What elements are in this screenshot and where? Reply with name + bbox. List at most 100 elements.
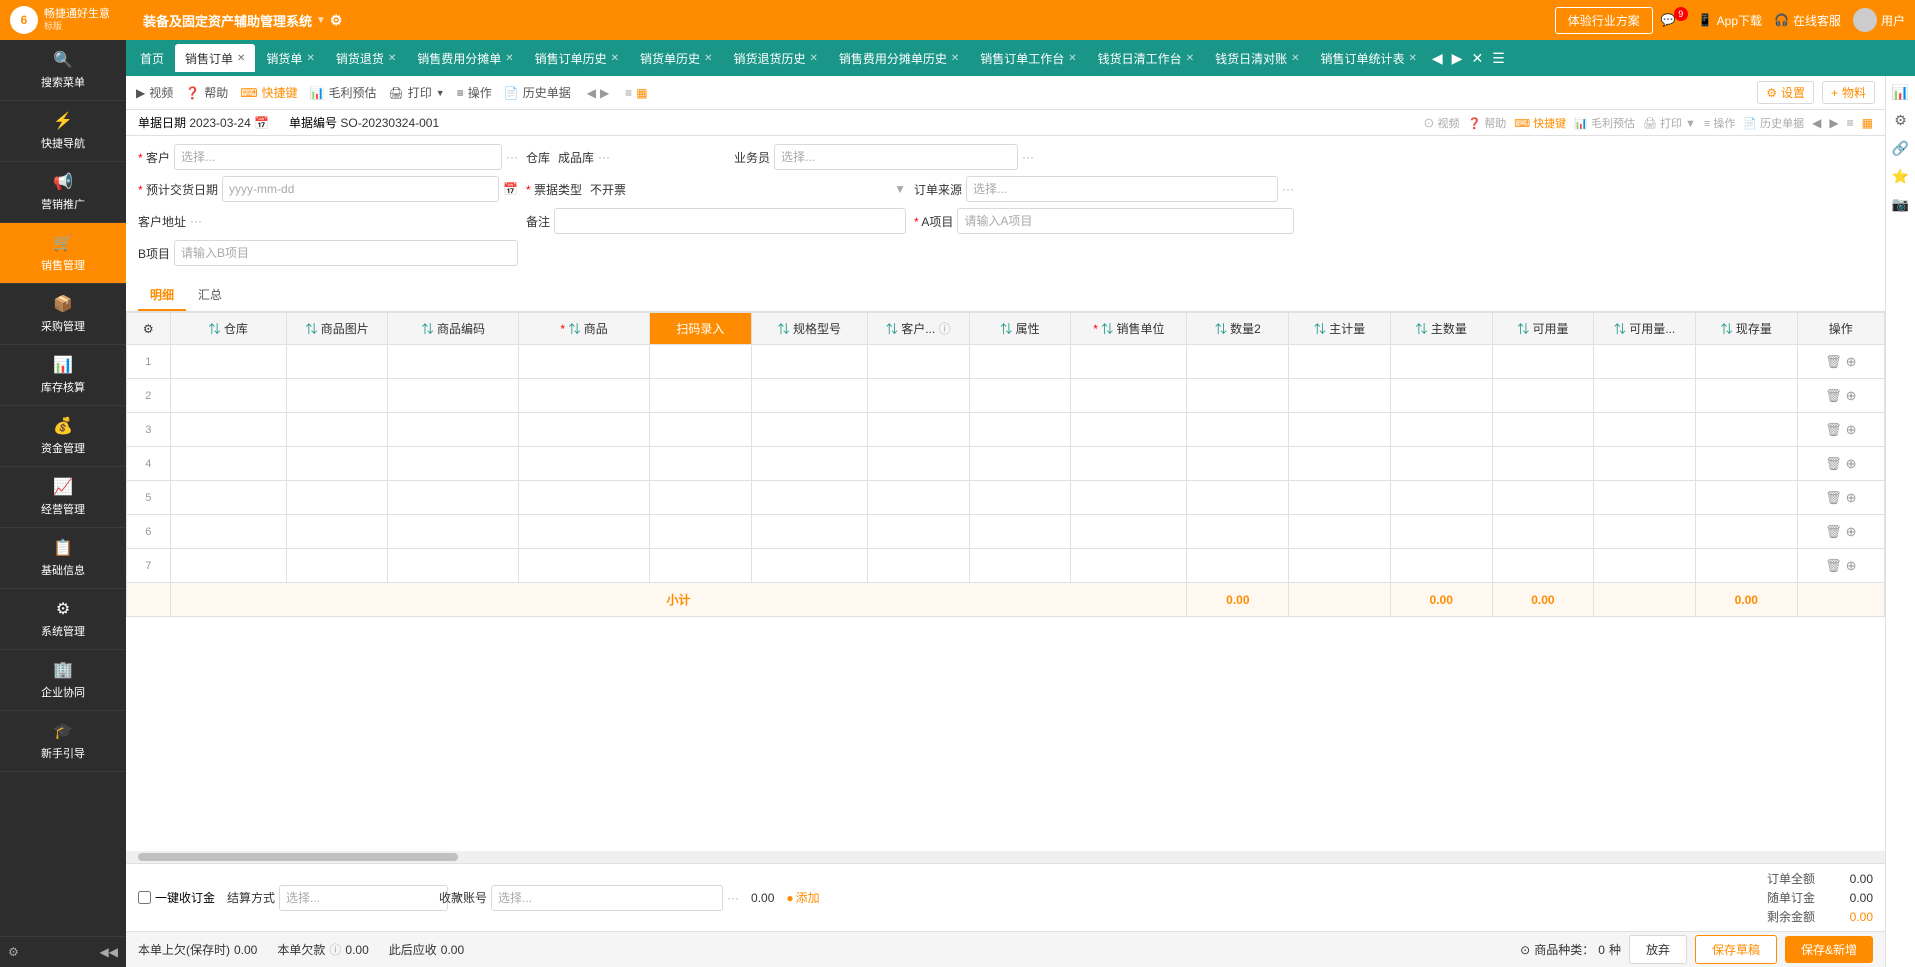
sidebar-item-search[interactable]: 🔍 搜索菜单 [0, 40, 126, 101]
row-6-customer-code[interactable] [867, 515, 969, 549]
row-3-product-img[interactable] [286, 413, 388, 447]
row-1-available[interactable] [1492, 345, 1594, 379]
row-2-scan[interactable] [649, 379, 751, 413]
row-3-spec[interactable] [751, 413, 867, 447]
tab-order-history[interactable]: 销售订单历史 ✕ [525, 44, 629, 72]
order-source-input[interactable] [966, 176, 1278, 202]
app-download-tool[interactable]: 📱 App下载 [1698, 12, 1762, 29]
row-7-available2[interactable] [1594, 549, 1696, 583]
row-4-spec[interactable] [751, 447, 867, 481]
grid-view-icon[interactable]: ▦ [636, 86, 647, 100]
profit-btn[interactable]: 📊 毛利预估 [1574, 115, 1635, 131]
row-4-scan[interactable] [649, 447, 751, 481]
tab-summary[interactable]: 汇总 [186, 280, 234, 311]
row-6-spec[interactable] [751, 515, 867, 549]
row-3-main-qty[interactable] [1390, 413, 1492, 447]
row-5-sales-unit[interactable] [1071, 481, 1187, 515]
row-5-available2[interactable] [1594, 481, 1696, 515]
tab-close-order-workbench[interactable]: ✕ [1068, 53, 1076, 64]
row-6-delete-icon[interactable]: 🗑 [1825, 524, 1842, 540]
row-5-delete-icon[interactable]: 🗑 [1825, 490, 1842, 506]
solution-button[interactable]: 体验行业方案 [1555, 7, 1653, 34]
row-1-spec[interactable] [751, 345, 867, 379]
a-project-input[interactable] [957, 208, 1294, 234]
tab-expense-history[interactable]: 销售费用分摊单历史 ✕ [829, 44, 969, 72]
tab-close-daily-workbench[interactable]: ✕ [1186, 53, 1194, 64]
sidebar-item-purchase[interactable]: 📦 采购管理 [0, 284, 126, 345]
system-dropdown-icon[interactable]: ▼ [316, 15, 326, 26]
row-1-available2[interactable] [1594, 345, 1696, 379]
sidebar-settings-icon[interactable]: ⚙ [8, 945, 19, 959]
table-scroll-area[interactable]: ⚙ ⇅ 仓库 ⇅ 商品图片 ⇅ 商品编码 ⇅ 商品 扫码录入 ⇅ 规格型号 ⇅ … [126, 312, 1885, 851]
add-payment-btn[interactable]: ● 添加 [786, 889, 819, 906]
row-5-product-code[interactable] [388, 481, 519, 515]
row-1-customer-code[interactable] [867, 345, 969, 379]
help-btn[interactable]: ❓ 帮助 [1467, 115, 1506, 131]
row-3-available[interactable] [1492, 413, 1594, 447]
row-1-stock[interactable] [1695, 345, 1797, 379]
tab-close-goods-history[interactable]: ✕ [704, 53, 712, 64]
row-4-product-code[interactable] [388, 447, 519, 481]
row-2-delete-icon[interactable]: 🗑 [1825, 388, 1842, 404]
row-1-scan[interactable] [649, 345, 751, 379]
row-2-product-img[interactable] [286, 379, 388, 413]
tab-close-sales-order[interactable]: ✕ [237, 53, 245, 64]
right-panel-icon-1[interactable]: 📊 [1889, 80, 1913, 104]
tab-close-sales-goods[interactable]: ✕ [306, 53, 314, 64]
row-1-qty2[interactable] [1187, 345, 1289, 379]
next-icon[interactable]: ▶ [1829, 116, 1838, 130]
col-available2[interactable]: ⇅ 可用量... [1594, 313, 1696, 345]
toolbar-history[interactable]: 📄 历史单据 [504, 84, 571, 101]
col-qty2[interactable]: ⇅ 数量2 [1187, 313, 1289, 345]
calendar-icon[interactable]: 📅 [254, 116, 269, 130]
tab-sales-goods[interactable]: 销货单 ✕ [256, 44, 324, 72]
row-5-available[interactable] [1492, 481, 1594, 515]
tab-close-stats[interactable]: ✕ [1409, 53, 1417, 64]
delivery-date-input[interactable] [222, 176, 499, 202]
right-panel-icon-5[interactable]: 📷 [1889, 192, 1913, 216]
sidebar-item-guide[interactable]: 🎓 新手引导 [0, 711, 126, 772]
row-2-main-qty[interactable] [1390, 379, 1492, 413]
row-1-main-unit[interactable] [1289, 345, 1391, 379]
tab-next-btn[interactable]: ▶ [1448, 50, 1467, 67]
row-7-delete-icon[interactable]: 🗑 [1825, 558, 1842, 574]
tab-stats[interactable]: 销售订单统计表 ✕ [1310, 44, 1426, 72]
sidebar-item-system[interactable]: ⚙ 系统管理 [0, 589, 126, 650]
row-5-attr[interactable] [969, 481, 1071, 515]
row-7-customer-code[interactable] [867, 549, 969, 583]
row-5-spec[interactable] [751, 481, 867, 515]
account-input[interactable] [491, 885, 723, 911]
view-btn[interactable]: ⊙ 视频 [1423, 115, 1459, 131]
scroll-thumb[interactable] [138, 853, 458, 861]
row-4-delete-icon[interactable]: 🗑 [1825, 456, 1842, 472]
col-main-qty[interactable]: ⇅ 主数量 [1390, 313, 1492, 345]
row-2-stock[interactable] [1695, 379, 1797, 413]
row-6-available2[interactable] [1594, 515, 1696, 549]
col-available[interactable]: ⇅ 可用量 [1492, 313, 1594, 345]
col-scan[interactable]: 扫码录入 [649, 313, 751, 345]
row-1-sales-unit[interactable] [1071, 345, 1187, 379]
row-6-warehouse[interactable] [170, 515, 286, 549]
row-2-product-code[interactable] [388, 379, 519, 413]
row-6-product[interactable] [519, 515, 650, 549]
order-source-more-icon[interactable]: ··· [1282, 182, 1294, 196]
row-2-warehouse[interactable] [170, 379, 286, 413]
row-3-product[interactable] [519, 413, 650, 447]
tab-close-order-history[interactable]: ✕ [611, 53, 619, 64]
prev-record-icon[interactable]: ◀ [587, 86, 596, 100]
customer-more-icon[interactable]: ··· [506, 150, 518, 164]
col-warehouse[interactable]: ⇅ 仓库 [170, 313, 286, 345]
row-6-stock[interactable] [1695, 515, 1797, 549]
col-product[interactable]: ⇅ 商品 [519, 313, 650, 345]
row-1-product-img[interactable] [286, 345, 388, 379]
row-7-product-img[interactable] [286, 549, 388, 583]
row-5-qty2[interactable] [1187, 481, 1289, 515]
row-4-available2[interactable] [1594, 447, 1696, 481]
row-7-product-code[interactable] [388, 549, 519, 583]
tab-close-return-history[interactable]: ✕ [809, 53, 817, 64]
toolbar-view[interactable]: ▶ 视频 [136, 84, 173, 101]
row-6-main-qty[interactable] [1390, 515, 1492, 549]
print-btn[interactable]: 🖨 打印 ▼ [1643, 115, 1696, 131]
toolbar-print[interactable]: 🖨 打印 ▼ [389, 84, 445, 101]
row-4-copy-icon[interactable]: ⊕ [1846, 456, 1857, 472]
